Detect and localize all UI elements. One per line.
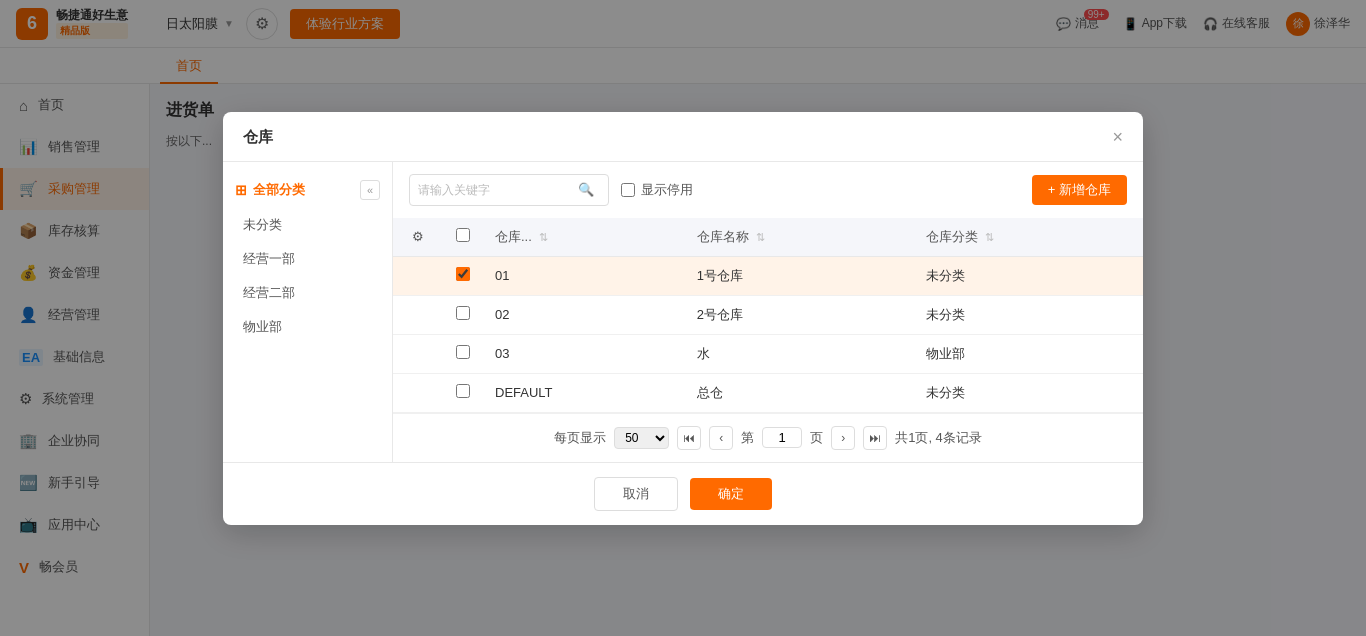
table-toolbar: 🔍 显示停用 + 新增仓库 [393, 162, 1143, 218]
page-suffix-label: 页 [810, 429, 823, 447]
row-checkbox-cell [443, 256, 483, 295]
category-sort-icon: ⇅ [985, 231, 994, 243]
category-col-label: 仓库分类 [926, 229, 978, 244]
page-prefix-label: 第 [741, 429, 754, 447]
row-name: 2号仓库 [685, 295, 914, 334]
row-settings [393, 256, 443, 295]
row-settings [393, 373, 443, 412]
row-num: 02 [483, 295, 685, 334]
table-panel: 🔍 显示停用 + 新增仓库 ⚙ [393, 162, 1143, 462]
row-checkbox[interactable] [456, 384, 470, 398]
table-row[interactable]: 01 1号仓库 未分类 [393, 256, 1143, 295]
row-checkbox-cell [443, 373, 483, 412]
modal-footer: 取消 确定 [223, 462, 1143, 525]
table-scroll: ⚙ 仓库... ⇅ 仓库名称 ⇅ [393, 218, 1143, 413]
row-name: 水 [685, 334, 914, 373]
modal-header: 仓库 × [223, 112, 1143, 162]
tree-item-dept1[interactable]: 经营一部 [223, 242, 392, 276]
last-page-button[interactable]: ⏭ [863, 426, 887, 450]
row-category: 未分类 [914, 373, 1143, 412]
warehouse-table: ⚙ 仓库... ⇅ 仓库名称 ⇅ [393, 218, 1143, 413]
row-checkbox-cell [443, 334, 483, 373]
row-category: 未分类 [914, 256, 1143, 295]
all-category-btn[interactable]: ⊞ 全部分类 [235, 181, 305, 199]
row-category: 物业部 [914, 334, 1143, 373]
code-col-header: 仓库... ⇅ [483, 218, 685, 257]
tree-item-property[interactable]: 物业部 [223, 310, 392, 344]
name-col-header: 仓库名称 ⇅ [685, 218, 914, 257]
row-num: 03 [483, 334, 685, 373]
table-body: 01 1号仓库 未分类 02 2号仓库 未分类 [393, 256, 1143, 412]
search-box: 🔍 [409, 174, 609, 206]
row-num: DEFAULT [483, 373, 685, 412]
row-settings [393, 295, 443, 334]
grid-icon: ⊞ [235, 182, 247, 198]
row-checkbox[interactable] [456, 306, 470, 320]
settings-col-header: ⚙ [393, 218, 443, 257]
code-col-label: 仓库... [495, 229, 532, 244]
modal-title: 仓库 [243, 128, 273, 147]
tree-item-unclassified[interactable]: 未分类 [223, 208, 392, 242]
code-sort-icon: ⇅ [539, 231, 548, 243]
modal-body: ⊞ 全部分类 « 未分类 经营一部 经营二部 物业部 🔍 [223, 162, 1143, 462]
tree-collapse-button[interactable]: « [360, 180, 380, 200]
search-input[interactable] [418, 183, 578, 197]
tree-panel: ⊞ 全部分类 « 未分类 经营一部 经营二部 物业部 [223, 162, 393, 462]
next-page-button[interactable]: › [831, 426, 855, 450]
row-num: 01 [483, 256, 685, 295]
per-page-label: 每页显示 [554, 429, 606, 447]
first-page-button[interactable]: ⏮ [677, 426, 701, 450]
search-icon[interactable]: 🔍 [578, 182, 594, 197]
prev-page-button[interactable]: ‹ [709, 426, 733, 450]
row-category: 未分类 [914, 295, 1143, 334]
per-page-select[interactable]: 50 100 [614, 427, 669, 449]
table-row[interactable]: 02 2号仓库 未分类 [393, 295, 1143, 334]
name-sort-icon: ⇅ [756, 231, 765, 243]
checkbox-col-header [443, 218, 483, 257]
row-name: 总仓 [685, 373, 914, 412]
add-warehouse-button[interactable]: + 新增仓库 [1032, 175, 1127, 205]
page-number-input[interactable] [762, 427, 802, 448]
close-icon[interactable]: × [1112, 128, 1123, 146]
show-disabled-checkbox[interactable] [621, 183, 635, 197]
select-all-checkbox[interactable] [456, 228, 470, 242]
row-checkbox[interactable] [456, 345, 470, 359]
tree-header: ⊞ 全部分类 « [223, 174, 392, 208]
total-label: 共1页, 4条记录 [895, 429, 982, 447]
row-checkbox-cell [443, 295, 483, 334]
warehouse-modal: 仓库 × ⊞ 全部分类 « 未分类 经营一部 经营二部 物业部 [223, 112, 1143, 525]
tree-item-dept2[interactable]: 经营二部 [223, 276, 392, 310]
confirm-button[interactable]: 确定 [690, 478, 772, 510]
all-category-label: 全部分类 [253, 181, 305, 199]
table-row[interactable]: DEFAULT 总仓 未分类 [393, 373, 1143, 412]
pagination: 每页显示 50 100 ⏮ ‹ 第 页 › ⏭ 共1页, 4条记录 [393, 413, 1143, 462]
show-disabled-label: 显示停用 [641, 181, 693, 199]
table-row[interactable]: 03 水 物业部 [393, 334, 1143, 373]
row-settings [393, 334, 443, 373]
cancel-button[interactable]: 取消 [594, 477, 678, 511]
table-header: ⚙ 仓库... ⇅ 仓库名称 ⇅ [393, 218, 1143, 257]
modal-overlay: 仓库 × ⊞ 全部分类 « 未分类 经营一部 经营二部 物业部 [0, 0, 1366, 636]
show-disabled-toggle[interactable]: 显示停用 [621, 181, 693, 199]
name-col-label: 仓库名称 [697, 229, 749, 244]
row-checkbox[interactable] [456, 267, 470, 281]
row-name: 1号仓库 [685, 256, 914, 295]
category-col-header: 仓库分类 ⇅ [914, 218, 1143, 257]
